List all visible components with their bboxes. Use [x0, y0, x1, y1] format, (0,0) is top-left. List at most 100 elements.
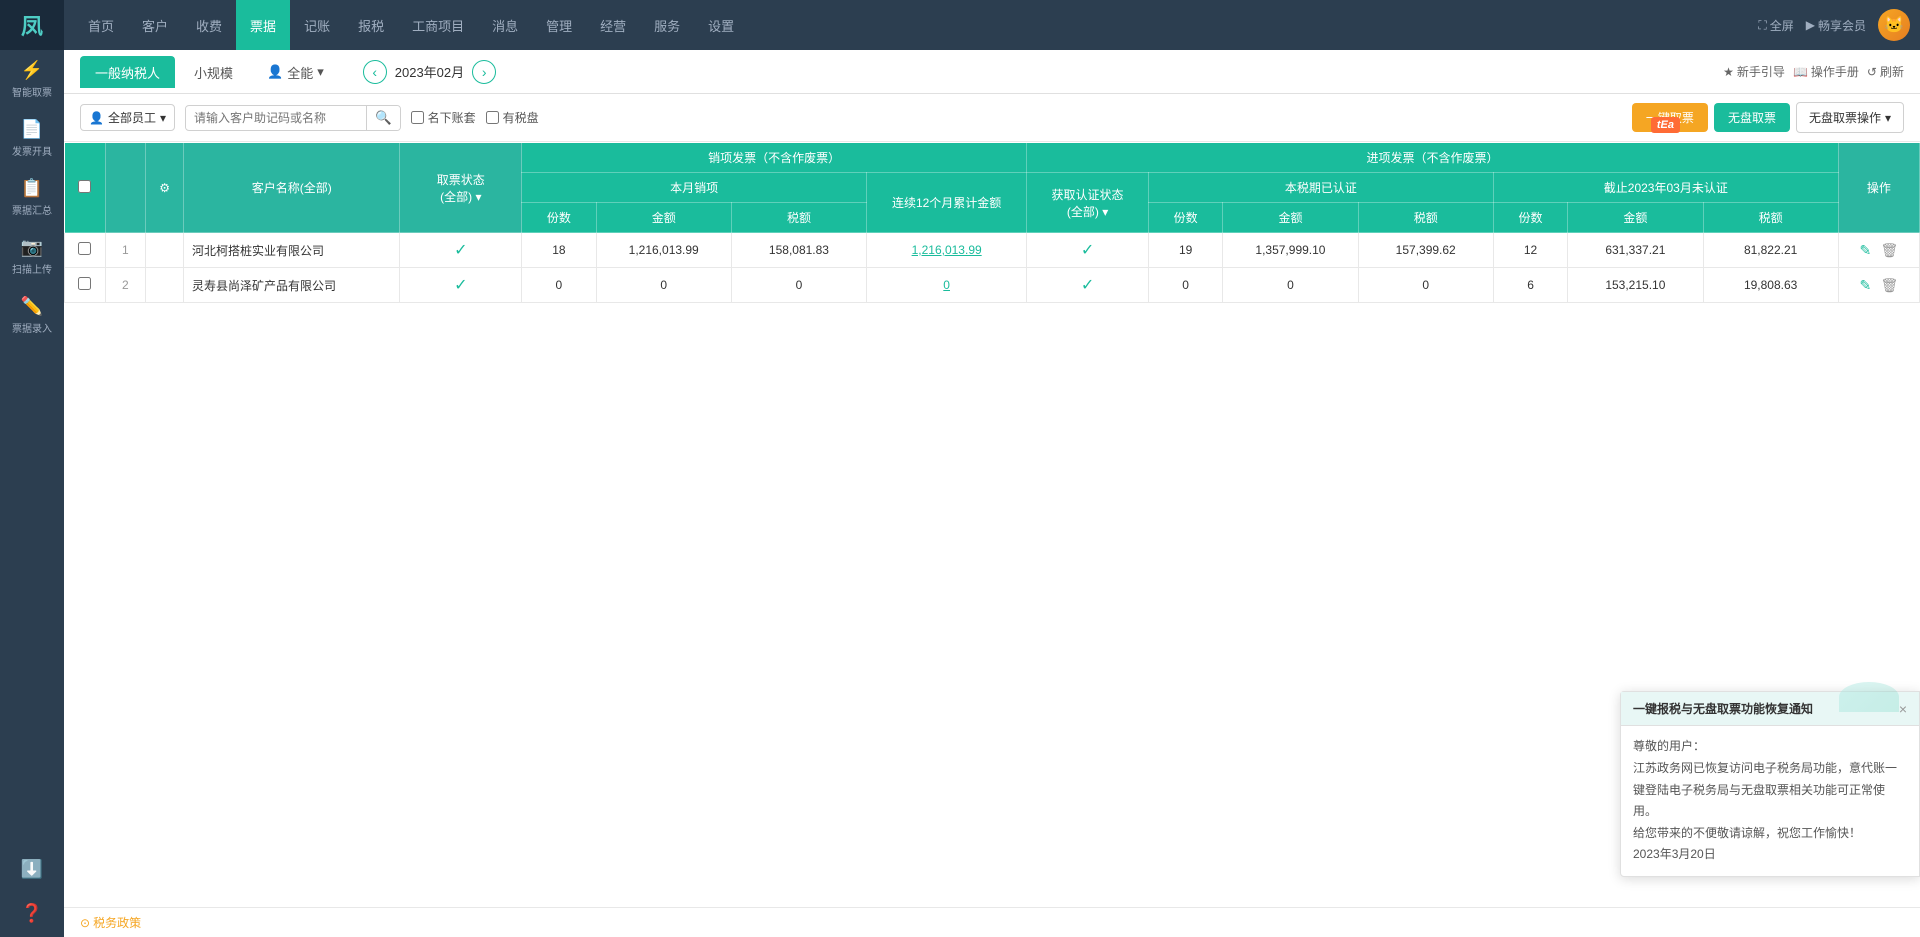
sidebar-item-scan-upload[interactable]: 📷 扫描上传 [0, 227, 64, 286]
search-input[interactable] [186, 107, 366, 129]
notification-title: 一键报税与无盘取票功能恢复通知 [1633, 700, 1813, 717]
td-purchase-cert-amount-1: 1,357,999.10 [1223, 233, 1358, 268]
notification-line-3: 用。 [1633, 804, 1657, 818]
tab-bar-actions: ★ 新手引导 📖 操作手册 ↺ 刷新 [1723, 63, 1904, 80]
sidebar-item-invoice-open[interactable]: 📄 发票开具 [0, 109, 64, 168]
tax-policy-link[interactable]: ⊙ 税务政策 [80, 914, 141, 931]
has-disk-checkbox-wrap[interactable]: 有税盘 [486, 109, 539, 126]
notification-popup: 一键报税与无盘取票功能恢复通知 × 尊敬的用户： 江苏政务网已恢复访问电子税务局… [1620, 691, 1920, 877]
th-sales-amount: 金额 [596, 203, 731, 233]
sidebar-item-download[interactable]: ⬇️ [0, 849, 64, 893]
th-purchase-uncert-count: 份数 [1493, 203, 1567, 233]
td-purchase-cert-count-2: 0 [1148, 268, 1222, 303]
sales-cumulative-link-1[interactable]: 1,216,013.99 [912, 243, 982, 257]
popup-wave-decoration [1839, 682, 1899, 712]
td-no-1: 1 [105, 233, 146, 268]
notification-body: 尊敬的用户： 江苏政务网已恢复访问电子税务局功能，意代账一 键登陆电子税务局与无… [1621, 726, 1919, 876]
warning-icon: ⊙ [80, 916, 90, 930]
td-purchase-cert-tax-1: 157,399.62 [1358, 233, 1493, 268]
td-purchase-uncert-amount-1: 631,337.21 [1568, 233, 1703, 268]
under-account-checkbox-wrap[interactable]: 名下账套 [411, 109, 476, 126]
nav-tax[interactable]: 报税 [344, 0, 398, 50]
employee-select[interactable]: 👤 全部员工 ▾ [80, 104, 175, 131]
purchase-status-filter-icon[interactable]: ▾ [1102, 205, 1108, 219]
td-operation-1: ✎ 🗑 [1838, 233, 1919, 268]
td-purchase-cert-amount-2: 0 [1223, 268, 1358, 303]
nav-invoice[interactable]: 票据 [236, 0, 290, 50]
top-nav-right: ⛶ 全屏 ▶ 畅享会员 🐱 [1758, 9, 1910, 41]
td-purchase-uncert-tax-1: 81,822.21 [1703, 233, 1838, 268]
sidebar-item-data-entry[interactable]: ✏️ 票据录入 [0, 286, 64, 345]
tab-bar-nav: ‹ 2023年02月 › [363, 60, 496, 84]
tab-all-icon: 👤 [267, 64, 283, 80]
td-select-1 [65, 233, 106, 268]
td-fetch-status-1: ✓ [400, 233, 522, 268]
tab-more-chevron: ▾ [317, 64, 324, 80]
nav-customer[interactable]: 客户 [128, 0, 182, 50]
th-fetch-status: 取票状态(全部) ▾ [400, 143, 522, 233]
fetch-status-filter-icon[interactable]: ▾ [475, 190, 481, 204]
td-sales-count-2: 0 [522, 268, 596, 303]
refresh-link[interactable]: ↺ 刷新 [1867, 63, 1904, 80]
select-all-checkbox[interactable] [78, 180, 91, 193]
fullscreen-btn[interactable]: ⛶ 全屏 [1758, 17, 1793, 34]
nav-message[interactable]: 消息 [478, 0, 532, 50]
notification-close-button[interactable]: × [1899, 701, 1907, 717]
fetch-status-check-icon-1: ✓ [454, 242, 467, 259]
row1-checkbox[interactable] [78, 242, 91, 255]
nav-service[interactable]: 服务 [640, 0, 694, 50]
has-disk-checkbox[interactable] [486, 111, 499, 124]
notification-line-5: 2023年3月20日 [1633, 847, 1716, 861]
delete-button-2[interactable]: 🗑 [1881, 277, 1899, 293]
tab-all[interactable]: 👤 全能 ▾ [252, 56, 339, 88]
scan-upload-icon: 📷 [21, 237, 43, 258]
no-disk-ops-button[interactable]: 无盘取票操作 ▾ [1796, 102, 1904, 133]
new-guide-link[interactable]: ★ 新手引导 [1723, 63, 1785, 80]
no-disk-fetch-button[interactable]: 无盘取票 [1714, 103, 1790, 132]
th-no [105, 143, 146, 233]
download-icon: ⬇️ [21, 859, 43, 880]
filter-bar: 👤 全部员工 ▾ 🔍 名下账套 有税盘 一键取票 无盘取票 无盘取票操作 [64, 94, 1920, 142]
manual-icon: 📖 [1793, 65, 1808, 79]
nav-settings[interactable]: 设置 [694, 0, 748, 50]
sales-cumulative-link-2[interactable]: 0 [943, 278, 950, 292]
sidebar-item-smart-fetch[interactable]: ⚡ 智能取票 [0, 50, 64, 109]
td-no-2: 2 [105, 268, 146, 303]
nav-business[interactable]: 工商项目 [398, 0, 478, 50]
bottom-bar: ⊙ 税务政策 [64, 907, 1920, 937]
tab-small-scale[interactable]: 小规模 [179, 56, 248, 88]
edit-button-1[interactable]: ✎ [1859, 242, 1871, 258]
sidebar-item-invoice-summary[interactable]: 📋 票据汇总 [0, 168, 64, 227]
nav-billing[interactable]: 收费 [182, 0, 236, 50]
search-button[interactable]: 🔍 [366, 106, 400, 130]
table-row: 2 灵寿县尚泽矿产品有限公司 ✓ 0 0 0 0 ✓ [65, 268, 1920, 303]
employee-icon: 👤 [89, 111, 104, 125]
manual-link[interactable]: 📖 操作手册 [1793, 63, 1859, 80]
td-purchase-uncert-count-1: 12 [1493, 233, 1567, 268]
th-sales-group: 销项发票（不含作废票） [522, 143, 1027, 173]
user-avatar[interactable]: 🐱 [1878, 9, 1910, 41]
prev-month-btn[interactable]: ‹ [363, 60, 387, 84]
td-sales-amount-1: 1,216,013.99 [596, 233, 731, 268]
member-btn[interactable]: ▶ 畅享会员 [1806, 17, 1866, 34]
td-select-2 [65, 268, 106, 303]
td-sales-tax-2: 0 [731, 268, 866, 303]
th-purchase-cert-amount: 金额 [1223, 203, 1358, 233]
edit-button-2[interactable]: ✎ [1859, 277, 1871, 293]
td-purchase-uncert-tax-2: 19,808.63 [1703, 268, 1838, 303]
row2-checkbox[interactable] [78, 277, 91, 290]
th-sales-month: 本月销项 [522, 173, 867, 203]
nav-management[interactable]: 管理 [532, 0, 586, 50]
delete-button-1[interactable]: 🗑 [1881, 242, 1899, 258]
next-month-btn[interactable]: › [472, 60, 496, 84]
tab-general-taxpayer[interactable]: 一般纳税人 [80, 56, 175, 88]
under-account-checkbox[interactable] [411, 111, 424, 124]
sidebar-item-help[interactable]: ❓ [0, 893, 64, 937]
nav-bookkeeping[interactable]: 记账 [290, 0, 344, 50]
tea-badge: tEa [1651, 117, 1680, 133]
notification-line-1: 江苏政务网已恢复访问电子税务局功能，意代账一 [1633, 761, 1897, 775]
nav-home[interactable]: 首页 [74, 0, 128, 50]
td-purchase-uncert-amount-2: 153,215.10 [1568, 268, 1703, 303]
fullscreen-icon: ⛶ [1758, 18, 1766, 33]
nav-operations[interactable]: 经营 [586, 0, 640, 50]
